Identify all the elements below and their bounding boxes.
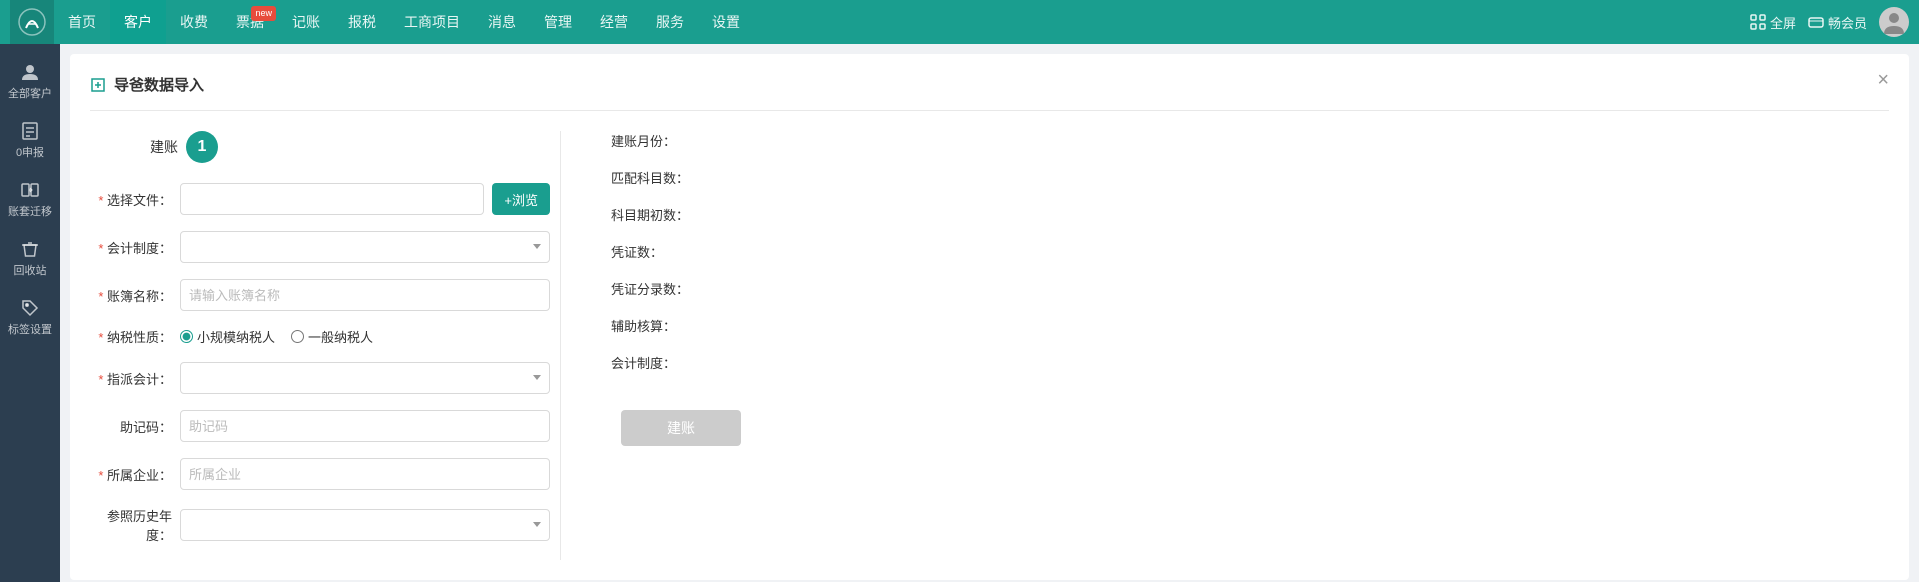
- sidebar-label-trash: 回收站: [14, 262, 47, 278]
- sidebar-item-all-customers[interactable]: 全部客户: [2, 54, 58, 109]
- tax-nature-radio-group: 小规模纳税人 一般纳税人: [180, 327, 373, 346]
- tax-small-radio[interactable]: [180, 330, 193, 343]
- sidebar-item-migrate[interactable]: 账套迁移: [2, 172, 58, 227]
- match-subject-label: 匹配科目数：: [611, 168, 711, 187]
- vip-label: 畅会员: [1828, 13, 1867, 32]
- tax-small-label[interactable]: 小规模纳税人: [180, 327, 275, 346]
- form-layout: 建账 1 选择文件： +浏览 会计制度：: [90, 131, 1889, 560]
- assign-accountant-label: 指派会计：: [90, 369, 180, 388]
- nav-tax[interactable]: 报税: [334, 0, 390, 44]
- ledger-name-input[interactable]: [180, 279, 550, 311]
- voucher-entries-row: 凭证分录数：: [611, 279, 1889, 298]
- avatar[interactable]: [1879, 7, 1909, 37]
- tax-general-text: 一般纳税人: [308, 327, 373, 346]
- auxiliary-label: 辅助核算：: [611, 316, 711, 335]
- ledger-name-row: 账簿名称：: [90, 279, 550, 311]
- form-left: 建账 1 选择文件： +浏览 会计制度：: [90, 131, 550, 560]
- browse-button[interactable]: +浏览: [492, 183, 550, 215]
- belong-company-row: 所属企业：: [90, 458, 550, 490]
- memo-code-row: 助记码：: [90, 410, 550, 442]
- step-circle: 1: [186, 131, 218, 163]
- form-right: 建账月份： 匹配科目数： 科目期初数： 凭证数：: [571, 131, 1889, 560]
- accounting-system-label: 会计制度：: [90, 238, 180, 257]
- voucher-label: 凭证数：: [611, 242, 711, 261]
- accounting-system-row: 会计制度：: [90, 231, 550, 263]
- create-btn-wrapper: 建账: [611, 400, 1889, 446]
- nav-right: 全屏 畅会员: [1750, 7, 1909, 37]
- nav-settings[interactable]: 设置: [698, 0, 754, 44]
- step-label: 建账: [150, 137, 178, 157]
- accounting-system-select[interactable]: [180, 231, 550, 263]
- match-subject-row: 匹配科目数：: [611, 168, 1889, 187]
- right-accounting-system-row: 会计制度：: [611, 353, 1889, 372]
- file-label: 选择文件：: [90, 190, 180, 209]
- step-indicator: 建账 1: [90, 131, 550, 163]
- nav-business[interactable]: 工商项目: [390, 0, 474, 44]
- divider: [560, 131, 561, 560]
- refer-history-select[interactable]: [180, 509, 550, 541]
- modal-header: 导爸数据导入: [90, 74, 1889, 111]
- tax-small-text: 小规模纳税人: [197, 327, 275, 346]
- nav-service[interactable]: 服务: [642, 0, 698, 44]
- file-row: 选择文件： +浏览: [90, 183, 550, 215]
- file-input-wrapper: +浏览: [180, 183, 550, 215]
- sidebar-item-trash[interactable]: 回收站: [2, 231, 58, 286]
- auxiliary-row: 辅助核算：: [611, 316, 1889, 335]
- nav-badge: new: [251, 6, 276, 21]
- sidebar-item-declaration[interactable]: 0申报: [2, 113, 58, 168]
- tax-nature-label: 纳税性质：: [90, 327, 180, 346]
- logo: [10, 0, 54, 44]
- nav-invoice[interactable]: 票据 new: [222, 0, 278, 44]
- right-accounting-system-label: 会计制度：: [611, 353, 711, 372]
- voucher-row: 凭证数：: [611, 242, 1889, 261]
- sidebar-label-declaration: 0申报: [16, 144, 44, 160]
- tax-general-radio[interactable]: [291, 330, 304, 343]
- modal-card: 导爸数据导入 × 建账 1 选择文件： +浏览: [70, 54, 1909, 580]
- assign-accountant-select[interactable]: [180, 362, 550, 394]
- nav-fee[interactable]: 收费: [166, 0, 222, 44]
- nav-message[interactable]: 消息: [474, 0, 530, 44]
- vip-btn[interactable]: 畅会员: [1808, 13, 1867, 32]
- create-account-button[interactable]: 建账: [621, 410, 741, 446]
- nav-items: 首页 客户 收费 票据 new 记账 报税 工商项目 消息 管理 经营 服务 设…: [54, 0, 1750, 44]
- file-input[interactable]: [180, 183, 484, 215]
- tax-general-label[interactable]: 一般纳税人: [291, 327, 373, 346]
- refer-history-row: 参照历史年度：: [90, 506, 550, 544]
- nav-bookkeeping[interactable]: 记账: [278, 0, 334, 44]
- nav-operation[interactable]: 经营: [586, 0, 642, 44]
- refer-history-label: 参照历史年度：: [90, 506, 180, 544]
- accounting-month-row: 建账月份：: [611, 131, 1889, 150]
- belong-company-input[interactable]: [180, 458, 550, 490]
- close-button[interactable]: ×: [1877, 70, 1889, 90]
- fullscreen-label: 全屏: [1770, 13, 1796, 32]
- accounting-month-label: 建账月份：: [611, 131, 711, 150]
- memo-code-input[interactable]: [180, 410, 550, 442]
- fullscreen-btn[interactable]: 全屏: [1750, 13, 1796, 32]
- belong-company-label: 所属企业：: [90, 465, 180, 484]
- assign-accountant-row: 指派会计：: [90, 362, 550, 394]
- sidebar-label-all-customers: 全部客户: [8, 85, 52, 101]
- ledger-name-label: 账簿名称：: [90, 286, 180, 305]
- modal-title: 导爸数据导入: [114, 74, 204, 95]
- tax-nature-row: 纳税性质： 小规模纳税人 一般纳税人: [90, 327, 550, 346]
- top-nav: 首页 客户 收费 票据 new 记账 报税 工商项目 消息 管理 经营 服务 设…: [0, 0, 1919, 44]
- nav-home[interactable]: 首页: [54, 0, 110, 44]
- voucher-entries-label: 凭证分录数：: [611, 279, 711, 298]
- subject-initial-label: 科目期初数：: [611, 205, 711, 224]
- sidebar-label-tags: 标签设置: [8, 321, 52, 337]
- sidebar: 全部客户 0申报 账套迁移 回收站 标签设置: [0, 44, 60, 582]
- layout: 全部客户 0申报 账套迁移 回收站 标签设置 导爸数据导入 ×: [0, 44, 1919, 582]
- nav-manage[interactable]: 管理: [530, 0, 586, 44]
- sidebar-label-migrate: 账套迁移: [8, 203, 52, 219]
- memo-code-label: 助记码：: [90, 417, 180, 436]
- main-content: 导爸数据导入 × 建账 1 选择文件： +浏览: [60, 44, 1919, 582]
- nav-customer[interactable]: 客户: [110, 0, 166, 44]
- subject-initial-row: 科目期初数：: [611, 205, 1889, 224]
- sidebar-item-tags[interactable]: 标签设置: [2, 290, 58, 345]
